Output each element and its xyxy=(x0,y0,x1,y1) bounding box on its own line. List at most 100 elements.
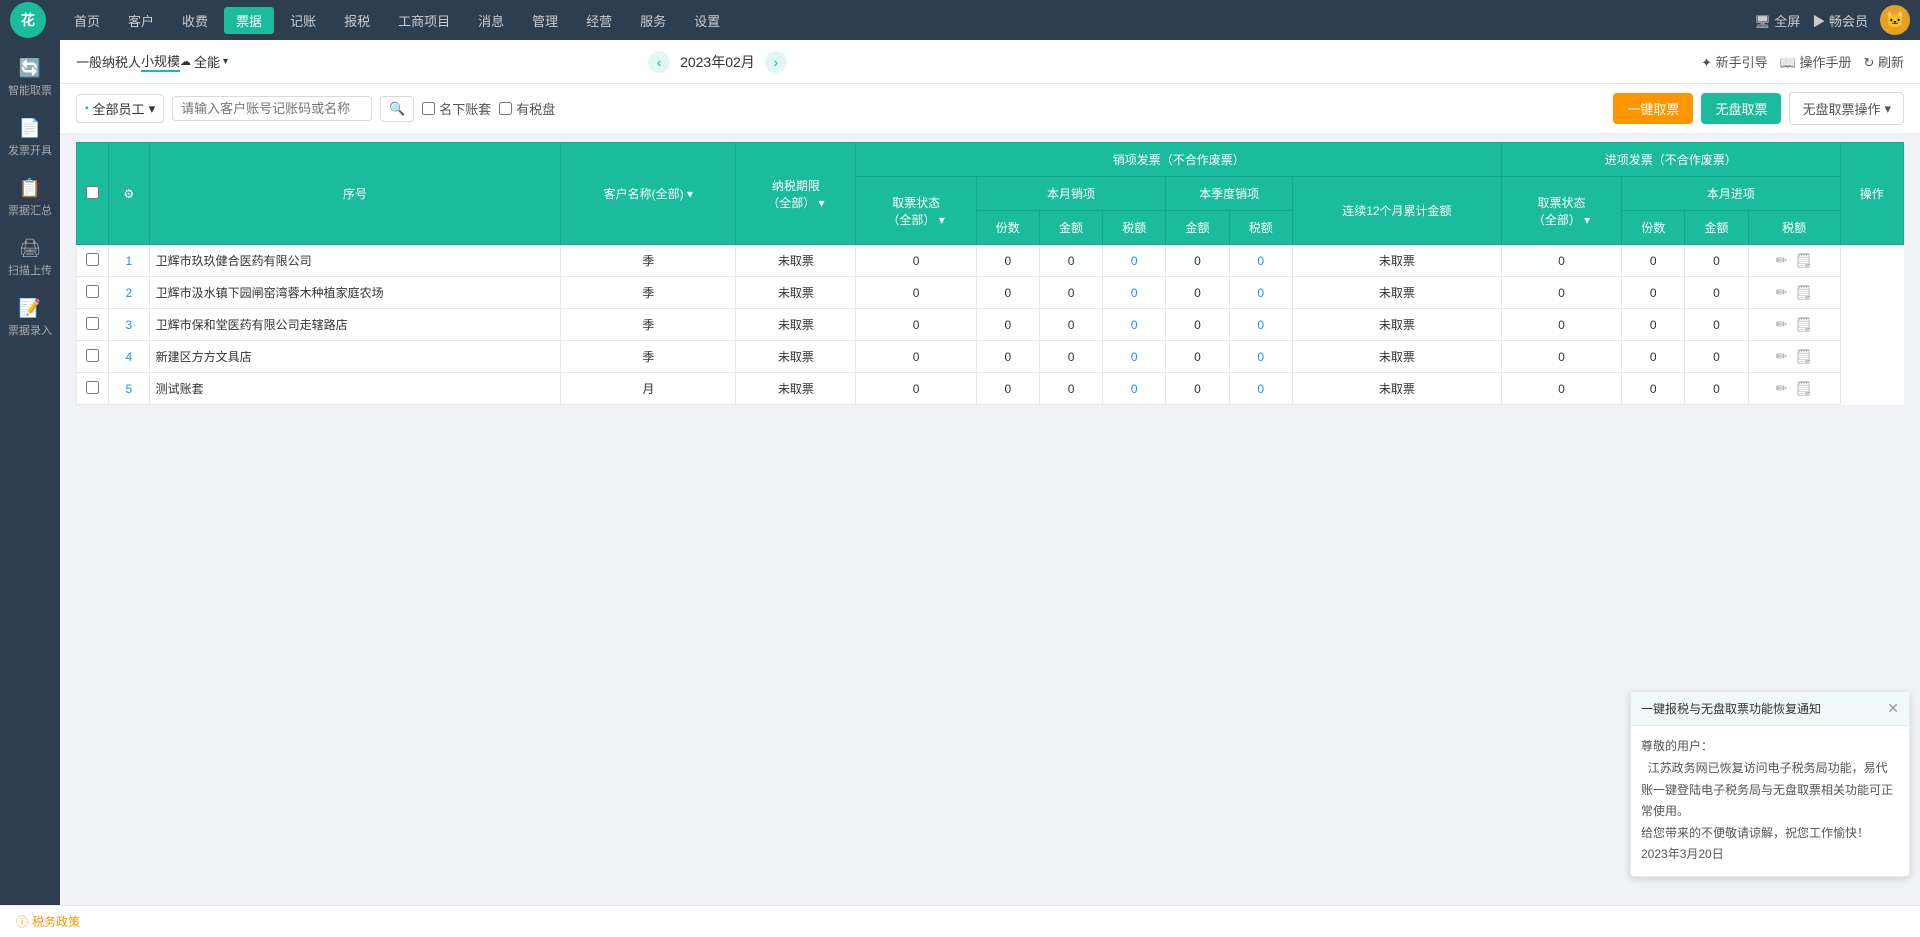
nav-item-报税[interactable]: 报税 xyxy=(332,7,382,34)
sidebar-icon-3: 🖨 xyxy=(19,238,42,259)
row-annual-link[interactable]: 0 xyxy=(1257,318,1264,332)
detail-icon[interactable]: 🗒 xyxy=(1795,348,1813,364)
nav-item-消息[interactable]: 消息 xyxy=(466,7,516,34)
manual-btn[interactable]: 📖 操作手册 xyxy=(1780,52,1852,71)
tab-all-icon: ☁ xyxy=(180,55,191,68)
sidebar-label-4: 票据录入 xyxy=(8,322,52,338)
row-check[interactable] xyxy=(86,253,99,266)
detail-icon[interactable]: 🗒 xyxy=(1795,380,1813,396)
row-client: 卫辉市保和堂医药有限公司走辖路店 xyxy=(149,309,561,341)
row-mi-amount: 0 xyxy=(1622,277,1685,309)
row-m-tax: 0 xyxy=(1039,373,1102,405)
table-row: 5 测试账套 月 未取票 0 0 0 0 0 0 未取票 0 0 0 ✏ 🗒 xyxy=(77,373,1904,405)
row-no: 1 xyxy=(109,245,150,277)
search-button[interactable]: 🔍 xyxy=(380,96,414,122)
row-m-amount: 0 xyxy=(976,309,1039,341)
notice-close-btn[interactable]: ✕ xyxy=(1887,700,1899,717)
employee-arrow-icon: ▾ xyxy=(149,101,156,117)
edit-icon[interactable]: ✏ xyxy=(1776,284,1788,300)
row-q-tax: 0 xyxy=(1166,309,1229,341)
edit-icon[interactable]: ✏ xyxy=(1776,252,1788,268)
refresh-btn[interactable]: ↻ 刷新 xyxy=(1863,52,1904,71)
row-annual-link[interactable]: 0 xyxy=(1257,382,1264,396)
row-annual-link[interactable]: 0 xyxy=(1257,350,1264,364)
edit-icon[interactable]: ✏ xyxy=(1776,348,1788,364)
row-client: 新建区方方文具店 xyxy=(149,341,561,373)
row-q-amount-link[interactable]: 0 xyxy=(1131,318,1138,332)
nav-item-设置[interactable]: 设置 xyxy=(682,7,732,34)
member-btn[interactable]: ▶ 畅会员 xyxy=(1812,11,1868,30)
no-disk-ops-btn[interactable]: 无盘取票操作 ▾ xyxy=(1789,92,1904,125)
detail-icon[interactable]: 🗒 xyxy=(1795,316,1813,332)
nav-item-首页[interactable]: 首页 xyxy=(62,7,112,34)
notice-header: 一键报税与无盘取票功能恢复通知 ✕ xyxy=(1631,692,1909,726)
nav-item-客户[interactable]: 客户 xyxy=(116,7,166,34)
sidebar-item-4[interactable]: 📝票据录入 xyxy=(0,290,60,346)
tab-all[interactable]: ☁ 全能 ▾ xyxy=(180,52,228,71)
detail-icon[interactable]: 🗒 xyxy=(1795,252,1813,268)
has-disk-check[interactable] xyxy=(499,102,512,115)
sidebar-item-3[interactable]: 🖨扫描上传 xyxy=(0,230,60,286)
row-annual-link[interactable]: 0 xyxy=(1257,254,1264,268)
sidebar-icon-1: 📄 xyxy=(19,118,41,139)
row-q-amount-link[interactable]: 0 xyxy=(1131,254,1138,268)
sidebar-item-1[interactable]: 📄发票开具 xyxy=(0,110,60,166)
nav-item-经营[interactable]: 经营 xyxy=(574,7,624,34)
row-mi-amount: 0 xyxy=(1622,309,1685,341)
row-q-amount: 0 xyxy=(1103,373,1166,405)
under-account-checkbox[interactable]: 名下账套 xyxy=(422,99,491,118)
tax-policy-link[interactable]: ⓘ 税务政策 xyxy=(16,913,80,930)
tab-small-scale[interactable]: 小规模 xyxy=(141,51,180,72)
row-q-amount-link[interactable]: 0 xyxy=(1131,382,1138,396)
no-disk-fetch-btn[interactable]: 无盘取票 xyxy=(1701,93,1781,124)
row-m-amount: 0 xyxy=(976,341,1039,373)
guide-btn[interactable]: ✦ 新手引导 xyxy=(1701,52,1768,71)
row-m-count: 0 xyxy=(856,277,976,309)
row-m-count: 0 xyxy=(856,341,976,373)
row-checkbox xyxy=(77,245,109,277)
edit-icon[interactable]: ✏ xyxy=(1776,380,1788,396)
under-account-check[interactable] xyxy=(422,102,435,115)
avatar[interactable]: 🐱 xyxy=(1880,5,1910,35)
next-month-btn[interactable]: › xyxy=(765,51,787,73)
nav-item-服务[interactable]: 服务 xyxy=(628,7,678,34)
row-mi-amount: 0 xyxy=(1622,341,1685,373)
table-row: 4 新建区方方文具店 季 未取票 0 0 0 0 0 0 未取票 0 0 0 ✏… xyxy=(77,341,1904,373)
row-check[interactable] xyxy=(86,317,99,330)
row-mi-amount: 0 xyxy=(1622,245,1685,277)
sidebar-item-0[interactable]: 🔄智能取票 xyxy=(0,50,60,106)
sidebar-item-2[interactable]: 📋票据汇总 xyxy=(0,170,60,226)
fullscreen-btn[interactable]: 🖥 全屏 xyxy=(1754,11,1800,30)
row-mi-count: 0 xyxy=(1501,373,1621,405)
main-table: ⚙ 序号 客户名称(全部) ▾ 纳税期限（全部） ▾ 销项发票（不合作废票） 进… xyxy=(76,142,1904,405)
row-q-amount-link[interactable]: 0 xyxy=(1131,286,1138,300)
row-check[interactable] xyxy=(86,349,99,362)
row-annual-link[interactable]: 0 xyxy=(1257,286,1264,300)
edit-icon[interactable]: ✏ xyxy=(1776,316,1788,332)
th-action: 操作 xyxy=(1840,143,1903,245)
row-q-amount-link[interactable]: 0 xyxy=(1131,350,1138,364)
nav-item-票据[interactable]: 票据 xyxy=(224,7,274,34)
th-m-amount: 金额 xyxy=(1039,211,1102,245)
tab-general-taxpayer[interactable]: 一般纳税人 xyxy=(76,52,141,71)
row-check[interactable] xyxy=(86,381,99,394)
prev-month-btn[interactable]: ‹ xyxy=(648,51,670,73)
has-disk-checkbox[interactable]: 有税盘 xyxy=(499,99,555,118)
nav-item-收费[interactable]: 收费 xyxy=(170,7,220,34)
th-monthly-input: 本月进项 xyxy=(1622,177,1840,211)
row-mi-count: 0 xyxy=(1501,277,1621,309)
th-annual: 连续12个月累计金额 xyxy=(1292,177,1501,245)
row-check[interactable] xyxy=(86,285,99,298)
nav-item-记账[interactable]: 记账 xyxy=(278,7,328,34)
table-body: 1 卫辉市玖玖健合医药有限公司 季 未取票 0 0 0 0 0 0 未取票 0 … xyxy=(77,245,1904,405)
table-row: 3 卫辉市保和堂医药有限公司走辖路店 季 未取票 0 0 0 0 0 0 未取票… xyxy=(77,309,1904,341)
row-action: ✏ 🗒 xyxy=(1748,277,1840,309)
nav-item-工商项目[interactable]: 工商项目 xyxy=(386,7,462,34)
search-input[interactable] xyxy=(172,96,372,121)
th-q-tax: 税额 xyxy=(1229,211,1292,245)
detail-icon[interactable]: 🗒 xyxy=(1795,284,1813,300)
employee-select[interactable]: ▪ 全部员工 ▾ xyxy=(76,94,164,123)
one-click-fetch-btn[interactable]: 一键取票 xyxy=(1613,93,1693,124)
nav-item-管理[interactable]: 管理 xyxy=(520,7,570,34)
select-all-check[interactable] xyxy=(86,186,99,199)
